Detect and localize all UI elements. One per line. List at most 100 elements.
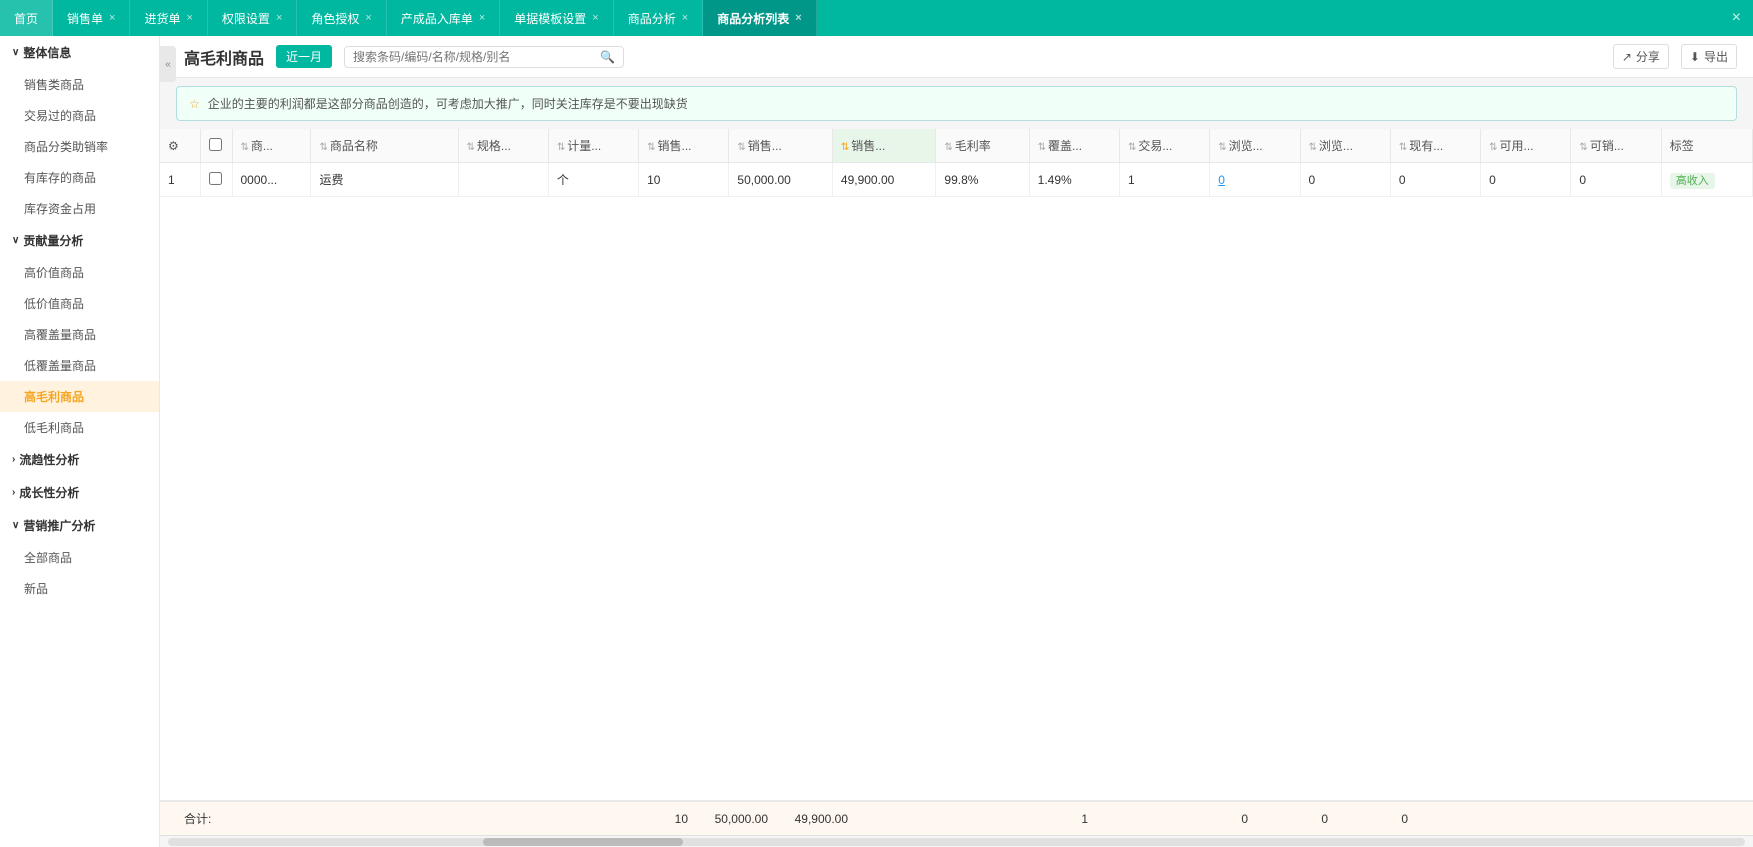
sidebar-item-high-margin[interactable]: 高毛利商品 <box>0 381 159 412</box>
sidebar-group-growth[interactable]: › 成长性分析 <box>0 476 159 509</box>
nav-product-analysis-list[interactable]: 商品分析列表 × <box>703 0 816 36</box>
total-cells: 10 50,000.00 49,900.00 1 0 0 0 <box>376 812 1737 826</box>
close-purchase-order[interactable]: × <box>186 12 192 24</box>
close-sales-order[interactable]: × <box>109 12 115 24</box>
col-gross-rate[interactable]: ⇅毛利率 <box>936 129 1029 163</box>
col-sales1[interactable]: ⇅销售... <box>639 129 729 163</box>
table-header-row: ⚙ ⇅商... ⇅商品名称 ⇅规格... ⇅计量... ⇅销售... ⇅销售..… <box>160 129 1753 163</box>
col-spec[interactable]: ⇅规格... <box>458 129 548 163</box>
sidebar-item-new-goods[interactable]: 新品 <box>0 573 159 604</box>
sidebar-collapse-btn[interactable]: « <box>160 46 176 82</box>
cell-sales1: 10 <box>639 163 729 197</box>
total-browse2: 0 <box>1176 812 1256 826</box>
nav-permission-settings[interactable]: 权限设置 × <box>208 0 297 36</box>
cell-browse1[interactable]: 0 <box>1210 163 1300 197</box>
arrow-growth: › <box>12 487 15 498</box>
sidebar-item-in-stock[interactable]: 有库存的商品 <box>0 162 159 193</box>
col-transaction[interactable]: ⇅交易... <box>1119 129 1209 163</box>
close-finished-goods[interactable]: × <box>479 12 485 24</box>
sidebar-item-stock-capital[interactable]: 库存资金占用 <box>0 193 159 224</box>
total-col6: 10 <box>616 812 696 826</box>
cell-code: 0000... <box>232 163 311 197</box>
scroll-thumb[interactable] <box>483 838 683 846</box>
total-current: 0 <box>1256 812 1336 826</box>
sidebar-item-high-coverage[interactable]: 高覆盖量商品 <box>0 319 159 350</box>
col-sales2[interactable]: ⇅销售... <box>729 129 833 163</box>
col-unit[interactable]: ⇅计量... <box>548 129 638 163</box>
sidebar-group-trend[interactable]: › 流趋性分析 <box>0 443 159 476</box>
sidebar-item-traded-goods[interactable]: 交易过的商品 <box>0 100 159 131</box>
cell-tag: 高收入 <box>1661 163 1752 197</box>
footer-total: 合计: 10 50,000.00 49,900.00 1 0 0 0 <box>160 800 1753 835</box>
scroll-track[interactable] <box>168 838 1745 846</box>
col-browse2[interactable]: ⇅浏览... <box>1300 129 1390 163</box>
col-available[interactable]: ⇅可用... <box>1481 129 1571 163</box>
sidebar-item-low-coverage[interactable]: 低覆盖量商品 <box>0 350 159 381</box>
cell-sales3: 49,900.00 <box>832 163 936 197</box>
filter-recent-month-btn[interactable]: 近一月 <box>276 45 332 68</box>
export-btn[interactable]: ⬇ 导出 <box>1681 44 1737 69</box>
col-tag[interactable]: 标签 <box>1661 129 1752 163</box>
col-browse1[interactable]: ⇅浏览... <box>1210 129 1300 163</box>
close-product-analysis-list[interactable]: × <box>795 12 801 24</box>
sidebar-group-overall[interactable]: ∨ 整体信息 <box>0 36 159 69</box>
sidebar-item-all-goods[interactable]: 全部商品 <box>0 542 159 573</box>
horizontal-scrollbar[interactable] <box>160 835 1753 847</box>
col-name[interactable]: ⇅商品名称 <box>311 129 458 163</box>
sidebar-group-marketing[interactable]: ∨ 营销推广分析 <box>0 509 159 542</box>
cell-available: 0 <box>1481 163 1571 197</box>
nav-product-analysis[interactable]: 商品分析 × <box>614 0 703 36</box>
select-all-checkbox[interactable] <box>209 138 222 151</box>
nav-sales-order[interactable]: 销售单 × <box>53 0 130 36</box>
total-spacer1 <box>376 812 456 826</box>
col-sellable[interactable]: ⇅可销... <box>1571 129 1661 163</box>
data-table: ⚙ ⇅商... ⇅商品名称 ⇅规格... ⇅计量... ⇅销售... ⇅销售..… <box>160 129 1753 197</box>
col-code[interactable]: ⇅商... <box>232 129 311 163</box>
col-checkbox[interactable] <box>200 129 232 163</box>
browse1-link[interactable]: 0 <box>1218 173 1225 187</box>
total-col8: 49,900.00 <box>776 812 856 826</box>
total-spacer6 <box>1096 812 1176 826</box>
table-row: 1 0000... 运费 个 10 50,000.00 49,900.00 99… <box>160 163 1753 197</box>
content-header: 高毛利商品 近一月 🔍 ↗ 分享 ⬇ 导出 <box>160 36 1753 78</box>
total-spacer5 <box>936 812 1016 826</box>
nav-home[interactable]: 首页 <box>0 0 53 36</box>
sidebar-item-low-margin[interactable]: 低毛利商品 <box>0 412 159 443</box>
total-transaction: 1 <box>1016 812 1096 826</box>
row-checkbox[interactable] <box>209 172 222 185</box>
close-permission-settings[interactable]: × <box>276 12 282 24</box>
sidebar: ∨ 整体信息 销售类商品 交易过的商品 商品分类助销率 有库存的商品 库存资金占… <box>0 36 160 847</box>
close-product-analysis[interactable]: × <box>682 12 688 24</box>
sidebar-item-sales-goods[interactable]: 销售类商品 <box>0 69 159 100</box>
header-actions: ↗ 分享 ⬇ 导出 <box>1613 44 1737 69</box>
sidebar-item-category-rate[interactable]: 商品分类助销率 <box>0 131 159 162</box>
total-spacer3 <box>536 812 616 826</box>
cell-spec <box>458 163 548 197</box>
col-coverage[interactable]: ⇅覆盖... <box>1029 129 1119 163</box>
arrow-trend: › <box>12 454 15 465</box>
close-role-auth[interactable]: × <box>365 12 371 24</box>
info-icon: ☆ <box>189 97 200 111</box>
nav-purchase-order[interactable]: 进货单 × <box>130 0 207 36</box>
cell-index: 1 <box>160 163 200 197</box>
search-input[interactable] <box>353 50 596 64</box>
close-all-tabs[interactable]: × <box>1720 9 1753 27</box>
cell-gross-rate: 99.8% <box>936 163 1029 197</box>
col-sales3[interactable]: ⇅销售... <box>832 129 936 163</box>
cell-name: 运费 <box>311 163 458 197</box>
share-btn[interactable]: ↗ 分享 <box>1613 44 1669 69</box>
content-area: « 高毛利商品 近一月 🔍 ↗ 分享 ⬇ 导出 ☆ 企 <box>160 36 1753 847</box>
col-current[interactable]: ⇅现有... <box>1390 129 1480 163</box>
nav-role-auth[interactable]: 角色授权 × <box>297 0 386 36</box>
cell-checkbox[interactable] <box>200 163 232 197</box>
table-container[interactable]: ⚙ ⇅商... ⇅商品名称 ⇅规格... ⇅计量... ⇅销售... ⇅销售..… <box>160 129 1753 800</box>
nav-template-settings[interactable]: 单据模板设置 × <box>500 0 613 36</box>
search-icon[interactable]: 🔍 <box>600 50 615 64</box>
col-settings[interactable]: ⚙ <box>160 129 200 163</box>
sidebar-item-low-value[interactable]: 低价值商品 <box>0 288 159 319</box>
sidebar-group-contribution[interactable]: ∨ 贡献量分析 <box>0 224 159 257</box>
sidebar-item-high-value[interactable]: 高价值商品 <box>0 257 159 288</box>
total-available: 0 <box>1336 812 1416 826</box>
nav-finished-goods[interactable]: 产成品入库单 × <box>387 0 500 36</box>
close-template-settings[interactable]: × <box>592 12 598 24</box>
